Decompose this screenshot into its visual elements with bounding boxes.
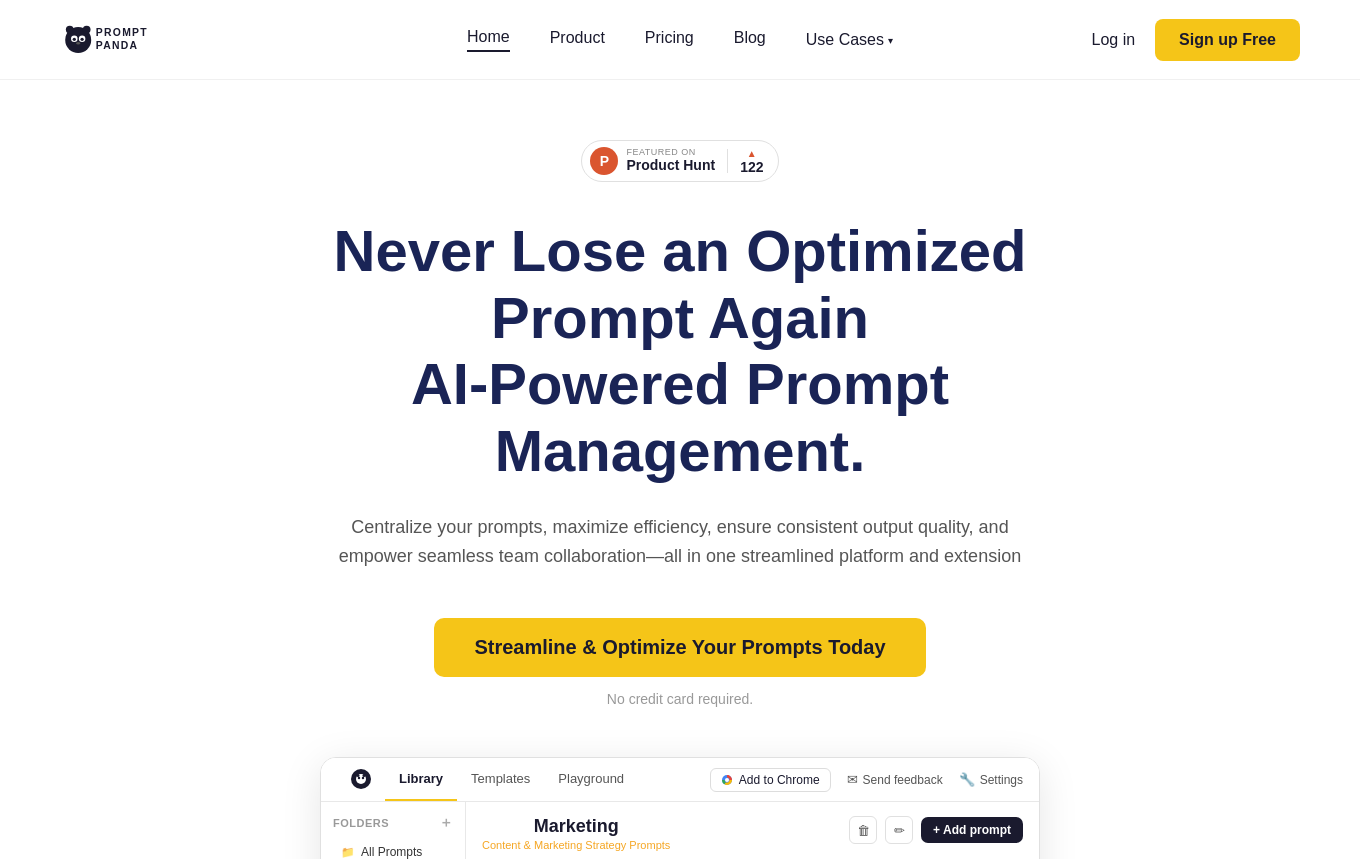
nav-pricing[interactable]: Pricing: [645, 29, 694, 51]
panda-tab-icon: [351, 769, 371, 789]
add-to-chrome-label: Add to Chrome: [739, 773, 820, 787]
app-topbar-actions: Add to Chrome ✉ Send feedback 🔧 Settings: [710, 768, 1023, 792]
feedback-icon: ✉: [847, 772, 858, 787]
app-body: Folders ＋ 📁 All Prompts 📁 Marketing: [321, 802, 1039, 859]
app-main-header: Marketing Content & Marketing Strategy P…: [482, 816, 1023, 851]
delete-icon-btn[interactable]: 🗑: [849, 816, 877, 844]
svg-point-7: [83, 25, 91, 33]
hero-section: P FEATURED ON Product Hunt ▲ 122 Never L…: [0, 80, 1360, 859]
send-feedback-label: Send feedback: [863, 773, 943, 787]
app-inner-ui: Library Templates Playground Add to Chro…: [321, 758, 1039, 859]
svg-point-14: [363, 774, 366, 777]
app-screenshot: Library Templates Playground Add to Chro…: [320, 757, 1040, 859]
app-tab-templates[interactable]: Templates: [457, 758, 544, 801]
sidebar-add-folder-icon[interactable]: ＋: [439, 814, 454, 832]
nav-home[interactable]: Home: [467, 28, 510, 52]
navbar: PROMPT PANDA Home Product Pricing Blog U…: [0, 0, 1360, 80]
app-tabs: Library Templates Playground: [337, 758, 638, 801]
no-credit-card-text: No credit card required.: [607, 691, 753, 707]
send-feedback-action[interactable]: ✉ Send feedback: [847, 772, 943, 787]
product-hunt-badge[interactable]: P FEATURED ON Product Hunt ▲ 122: [581, 140, 778, 182]
sidebar-folders-text: Folders: [333, 817, 389, 829]
ph-name: Product Hunt: [626, 157, 715, 174]
app-main-actions: 🗑 ✏ + Add prompt: [849, 816, 1023, 844]
product-hunt-text: FEATURED ON Product Hunt: [626, 148, 715, 174]
svg-text:PANDA: PANDA: [96, 40, 139, 51]
nav-actions: Log in Sign up Free: [1092, 19, 1301, 61]
edit-icon-btn[interactable]: ✏: [885, 816, 913, 844]
app-topbar: Library Templates Playground Add to Chro…: [321, 758, 1039, 802]
logo[interactable]: PROMPT PANDA: [60, 14, 190, 66]
nav-use-cases[interactable]: Use Cases ▾: [806, 31, 893, 49]
svg-text:PROMPT: PROMPT: [96, 27, 148, 38]
hero-subtitle: Centralize your prompts, maximize effici…: [315, 513, 1045, 571]
svg-point-5: [76, 41, 80, 44]
login-link[interactable]: Log in: [1092, 31, 1136, 49]
folder-icon: 📁: [341, 846, 355, 859]
app-tab-icon-wrap: [337, 758, 385, 801]
settings-icon: 🔧: [959, 772, 975, 787]
hero-title-line2: AI-Powered Prompt Management.: [411, 351, 949, 483]
svg-point-3: [73, 37, 76, 40]
nav-use-cases-label: Use Cases: [806, 31, 884, 49]
settings-label: Settings: [980, 773, 1023, 787]
cta-button[interactable]: Streamline & Optimize Your Prompts Today: [434, 618, 925, 677]
app-section-sub: Content & Marketing Strategy Prompts: [482, 839, 670, 851]
nav-blog[interactable]: Blog: [734, 29, 766, 51]
product-hunt-icon: P: [590, 147, 618, 175]
svg-point-13: [357, 774, 360, 777]
add-prompt-btn[interactable]: + Add prompt: [921, 817, 1023, 843]
svg-point-11: [358, 777, 361, 780]
sidebar-folders-label: Folders ＋: [333, 814, 453, 832]
app-tab-playground-label: Playground: [558, 771, 624, 786]
add-to-chrome-btn[interactable]: Add to Chrome: [710, 768, 831, 792]
ph-divider: [727, 149, 728, 173]
chevron-down-icon: ▾: [888, 35, 893, 46]
sidebar-item-all-prompts[interactable]: 📁 All Prompts: [333, 840, 453, 859]
app-sidebar: Folders ＋ 📁 All Prompts 📁 Marketing: [321, 802, 466, 859]
hero-title: Never Lose an Optimized Prompt Again AI-…: [230, 218, 1130, 485]
app-main-content: Marketing Content & Marketing Strategy P…: [466, 802, 1039, 859]
app-tab-templates-label: Templates: [471, 771, 530, 786]
app-tab-playground[interactable]: Playground: [544, 758, 638, 801]
nav-product[interactable]: Product: [550, 29, 605, 51]
sidebar-folders-section: Folders ＋ 📁 All Prompts 📁 Marketing: [321, 814, 465, 859]
nav-links: Home Product Pricing Blog Use Cases ▾: [467, 28, 893, 52]
svg-point-16: [725, 778, 729, 782]
svg-point-4: [80, 37, 83, 40]
signup-button[interactable]: Sign up Free: [1155, 19, 1300, 61]
sidebar-item-all-prompts-label: All Prompts: [361, 845, 422, 859]
svg-point-6: [66, 25, 74, 33]
ph-featured-label: FEATURED ON: [626, 148, 695, 157]
app-section-title: Marketing: [482, 816, 670, 837]
app-section-info: Marketing Content & Marketing Strategy P…: [482, 816, 670, 851]
svg-point-12: [362, 777, 365, 780]
app-tab-library[interactable]: Library: [385, 758, 457, 801]
ph-score-wrap: ▲ 122: [740, 149, 763, 174]
ph-arrow-icon: ▲: [747, 149, 757, 159]
ph-score: 122: [740, 160, 763, 174]
settings-action[interactable]: 🔧 Settings: [959, 772, 1023, 787]
hero-title-line1: Never Lose an Optimized Prompt Again: [334, 218, 1027, 350]
app-tab-library-label: Library: [399, 771, 443, 786]
